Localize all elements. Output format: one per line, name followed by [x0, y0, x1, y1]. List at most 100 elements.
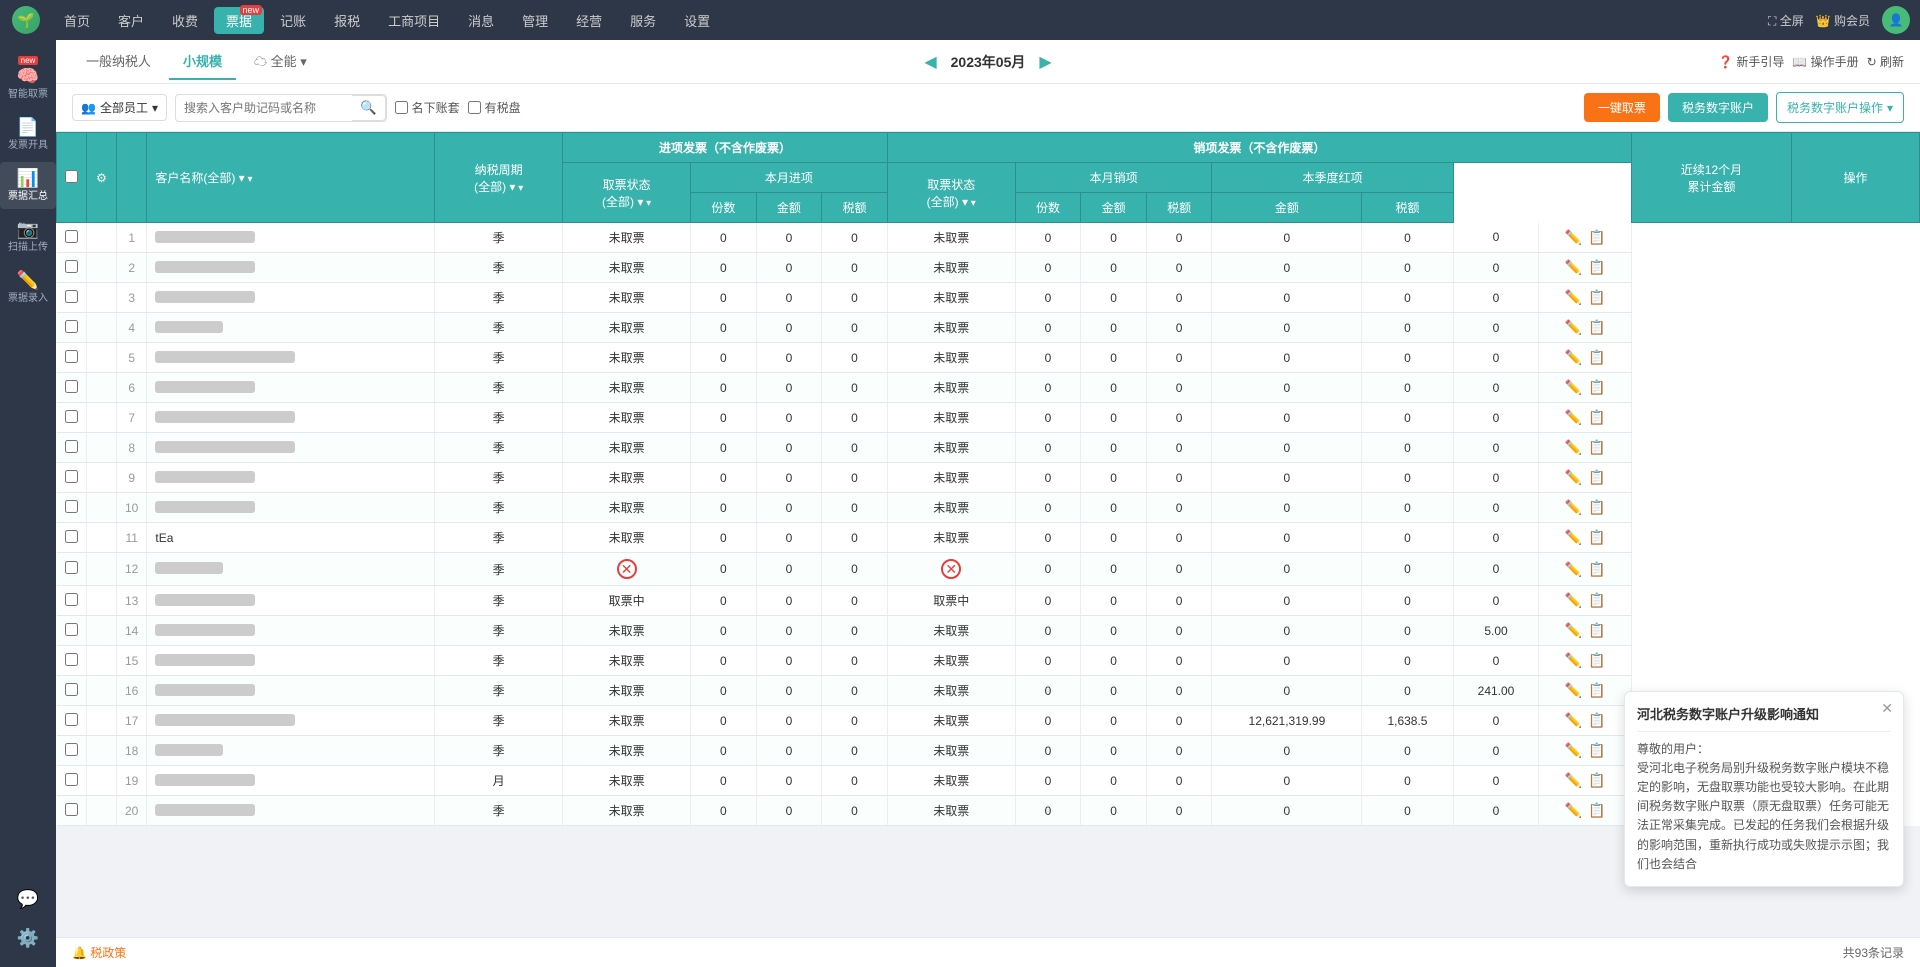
avatar[interactable]: 👤	[1882, 6, 1910, 34]
th-in-status[interactable]: 取票状态(全部) ▾	[563, 163, 691, 223]
copy-icon[interactable]: 📋	[1588, 229, 1605, 246]
nav-item-customer[interactable]: 客户	[106, 7, 156, 34]
nav-item-invoice[interactable]: 票据 new	[214, 7, 264, 34]
edit-icon[interactable]: ✏️	[1565, 622, 1582, 639]
new-guide-link[interactable]: ❓ 新手引导	[1718, 53, 1784, 70]
copy-icon[interactable]: 📋	[1588, 289, 1605, 306]
edit-icon[interactable]: ✏️	[1565, 259, 1582, 276]
nav-item-business[interactable]: 工商项目	[376, 7, 452, 34]
edit-icon[interactable]: ✏️	[1565, 561, 1582, 578]
th-name[interactable]: 客户名称(全部) ▾	[147, 133, 435, 223]
edit-icon[interactable]: ✏️	[1565, 682, 1582, 699]
row-checkbox[interactable]	[65, 593, 78, 606]
row-checkbox[interactable]	[65, 440, 78, 453]
nav-item-fee[interactable]: 收费	[160, 7, 210, 34]
edit-icon[interactable]: ✏️	[1565, 592, 1582, 609]
row-checkbox[interactable]	[65, 260, 78, 273]
edit-icon[interactable]: ✏️	[1565, 289, 1582, 306]
th-out-status[interactable]: 取票状态(全部) ▾	[887, 163, 1015, 223]
subnav-tab-small[interactable]: 小规模	[169, 43, 236, 80]
edit-icon[interactable]: ✏️	[1565, 499, 1582, 516]
copy-icon[interactable]: 📋	[1588, 802, 1605, 819]
sidebar-item-open-invoice[interactable]: 📄 发票开具	[0, 111, 56, 158]
row-checkbox[interactable]	[65, 773, 78, 786]
ledger-checkbox[interactable]	[395, 101, 408, 114]
copy-icon[interactable]: 📋	[1588, 469, 1605, 486]
row-checkbox[interactable]	[65, 320, 78, 333]
edit-icon[interactable]: ✏️	[1565, 379, 1582, 396]
copy-icon[interactable]: 📋	[1588, 652, 1605, 669]
copy-icon[interactable]: 📋	[1588, 319, 1605, 336]
copy-icon[interactable]: 📋	[1588, 259, 1605, 276]
row-checkbox[interactable]	[65, 623, 78, 636]
edit-icon[interactable]: ✏️	[1565, 469, 1582, 486]
row-checkbox[interactable]	[65, 743, 78, 756]
copy-icon[interactable]: 📋	[1588, 592, 1605, 609]
ledger-filter[interactable]: 名下账套	[395, 99, 460, 116]
edit-icon[interactable]: ✏️	[1565, 802, 1582, 819]
row-checkbox[interactable]	[65, 530, 78, 543]
nav-item-home[interactable]: 首页	[52, 7, 102, 34]
search-input[interactable]	[176, 97, 356, 119]
tax-disk-checkbox[interactable]	[468, 101, 481, 114]
select-all-checkbox[interactable]	[65, 170, 78, 183]
row-checkbox[interactable]	[65, 713, 78, 726]
sidebar-item-chat[interactable]: 💬	[13, 883, 43, 918]
th-settings[interactable]: ⚙	[87, 133, 117, 223]
sidebar-item-smart-invoice[interactable]: new 🧠 智能取票	[0, 50, 56, 107]
sidebar-item-settings[interactable]: ⚙️	[13, 922, 43, 957]
subnav-tab-all[interactable]: ☁ 全能 ▾	[240, 43, 321, 80]
sidebar-item-summary[interactable]: 📊 票据汇总	[0, 162, 56, 209]
date-next-btn[interactable]: ▶	[1033, 50, 1057, 74]
tax-disk-filter[interactable]: 有税盘	[468, 99, 521, 116]
search-button[interactable]: 🔍	[352, 95, 386, 121]
nav-item-message[interactable]: 消息	[456, 7, 506, 34]
copy-icon[interactable]: 📋	[1588, 682, 1605, 699]
fullscreen-btn[interactable]: ⛶ 全屏	[1768, 12, 1804, 29]
row-checkbox[interactable]	[65, 230, 78, 243]
row-checkbox[interactable]	[65, 350, 78, 363]
nav-item-operation[interactable]: 经营	[564, 7, 614, 34]
tax-account-btn[interactable]: 税务数字账户	[1668, 93, 1768, 122]
tax-policy-link[interactable]: 🔔 税政策	[72, 944, 126, 961]
row-checkbox[interactable]	[65, 500, 78, 513]
one-click-fetch-btn[interactable]: 一键取票	[1584, 93, 1660, 122]
nav-item-service[interactable]: 服务	[618, 7, 668, 34]
copy-icon[interactable]: 📋	[1588, 439, 1605, 456]
edit-icon[interactable]: ✏️	[1565, 652, 1582, 669]
copy-icon[interactable]: 📋	[1588, 712, 1605, 729]
sidebar-item-scan[interactable]: 📷 扫描上传	[0, 213, 56, 260]
edit-icon[interactable]: ✏️	[1565, 439, 1582, 456]
edit-icon[interactable]: ✏️	[1565, 772, 1582, 789]
sidebar-item-enter[interactable]: ✏️ 票据录入	[0, 264, 56, 311]
vip-btn[interactable]: 👑 购会员	[1816, 12, 1870, 29]
edit-icon[interactable]: ✏️	[1565, 349, 1582, 366]
row-checkbox[interactable]	[65, 410, 78, 423]
edit-icon[interactable]: ✏️	[1565, 529, 1582, 546]
manual-link[interactable]: 📖 操作手册	[1792, 53, 1858, 70]
copy-icon[interactable]: 📋	[1588, 379, 1605, 396]
nav-item-tax[interactable]: 报税	[322, 7, 372, 34]
copy-icon[interactable]: 📋	[1588, 742, 1605, 759]
notification-close-btn[interactable]: ✕	[1881, 700, 1893, 717]
copy-icon[interactable]: 📋	[1588, 349, 1605, 366]
tax-account-operation-btn[interactable]: 税务数字账户操作 ▾	[1776, 92, 1904, 123]
row-checkbox[interactable]	[65, 803, 78, 816]
copy-icon[interactable]: 📋	[1588, 499, 1605, 516]
edit-icon[interactable]: ✏️	[1565, 229, 1582, 246]
row-checkbox[interactable]	[65, 683, 78, 696]
edit-icon[interactable]: ✏️	[1565, 712, 1582, 729]
nav-item-settings[interactable]: 设置	[672, 7, 722, 34]
row-checkbox[interactable]	[65, 470, 78, 483]
copy-icon[interactable]: 📋	[1588, 409, 1605, 426]
employee-filter[interactable]: 👥 全部员工 ▾	[72, 94, 167, 121]
copy-icon[interactable]: 📋	[1588, 772, 1605, 789]
edit-icon[interactable]: ✏️	[1565, 409, 1582, 426]
row-checkbox[interactable]	[65, 380, 78, 393]
row-checkbox[interactable]	[65, 653, 78, 666]
edit-icon[interactable]: ✏️	[1565, 319, 1582, 336]
nav-item-accounting[interactable]: 记账	[268, 7, 318, 34]
refresh-link[interactable]: ↻ 刷新	[1867, 53, 1904, 70]
copy-icon[interactable]: 📋	[1588, 529, 1605, 546]
row-checkbox[interactable]	[65, 561, 78, 574]
